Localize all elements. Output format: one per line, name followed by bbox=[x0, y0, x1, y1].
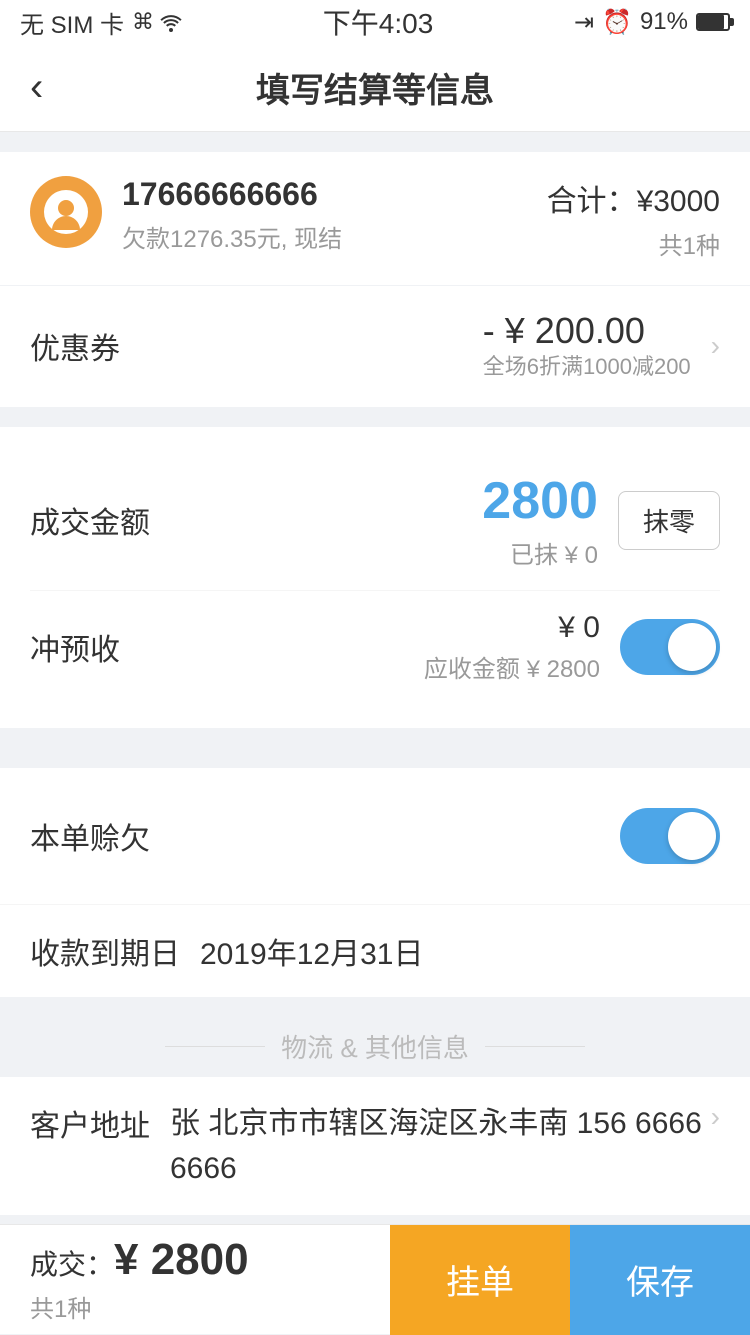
customer-details: 17666666666 欠款1276.35元, 现结 bbox=[122, 176, 342, 254]
prepay-values: ¥ 0 应收金额 ¥ 2800 bbox=[424, 611, 600, 684]
page-title: 填写结算等信息 bbox=[256, 63, 494, 112]
order-summary: 合计：¥3000 共1种 bbox=[547, 176, 720, 261]
prepay-receivable: 应收金额 ¥ 2800 bbox=[424, 649, 600, 684]
bottom-summary: 成交：¥ 2800 共1种 bbox=[0, 1235, 390, 1324]
prepay-label: 冲预收 bbox=[30, 625, 120, 669]
address-section[interactable]: 客户地址 张 北京市市辖区海淀区永丰南 156 6666 6666 › bbox=[0, 1077, 750, 1215]
prepay-right: ¥ 0 应收金额 ¥ 2800 bbox=[424, 611, 720, 684]
debt-toggle-knob bbox=[668, 812, 716, 860]
prepay-toggle[interactable] bbox=[620, 619, 720, 675]
avatar bbox=[30, 176, 102, 248]
back-button[interactable]: ‹ bbox=[30, 65, 43, 110]
logistics-divider: 物流 & 其他信息 bbox=[0, 1017, 750, 1077]
debt-row: 本单赊欠 bbox=[30, 792, 720, 880]
prepay-amount: ¥ 0 bbox=[424, 611, 600, 645]
customer-phone: 17666666666 bbox=[122, 176, 342, 213]
section-divider-1 bbox=[0, 407, 750, 427]
logistics-line-right bbox=[485, 1046, 585, 1047]
deal-amount-value: 2800 bbox=[482, 471, 598, 531]
nav-bar: ‹ 填写结算等信息 bbox=[0, 44, 750, 132]
order-total: 合计：¥3000 bbox=[547, 176, 720, 220]
battery-text: 91% bbox=[640, 8, 688, 36]
debt-section: 本单赊欠 bbox=[0, 768, 750, 904]
save-button[interactable]: 保存 bbox=[570, 1225, 750, 1335]
debt-label: 本单赊欠 bbox=[30, 814, 150, 858]
bottom-deal-label: 成交： bbox=[30, 1249, 114, 1280]
coupon-right: - ¥ 200.00 全场6折满1000减200 › bbox=[483, 310, 720, 383]
logistics-line-left bbox=[165, 1046, 265, 1047]
address-label: 客户地址 bbox=[30, 1101, 150, 1145]
deal-amount-row: 成交金额 2800 已抹 ¥ 0 抹零 bbox=[30, 451, 720, 590]
customer-debt: 欠款1276.35元, 现结 bbox=[122, 219, 342, 254]
due-date-value: 2019年12月31日 bbox=[200, 929, 423, 973]
bottom-count: 共1种 bbox=[30, 1289, 360, 1324]
customer-card: 17666666666 欠款1276.35元, 现结 合计：¥3000 共1种 bbox=[0, 152, 750, 285]
logistics-title: 物流 & 其他信息 bbox=[165, 1028, 585, 1065]
alarm-icon: ⏰ bbox=[602, 8, 632, 37]
address-chevron-icon: › bbox=[711, 1101, 720, 1133]
bottom-deal-line: 成交：¥ 2800 bbox=[30, 1235, 360, 1285]
status-left: 无 SIM 卡 ⌘ bbox=[20, 5, 182, 40]
bottom-deal-amount: ¥ 2800 bbox=[114, 1235, 249, 1284]
avatar-icon bbox=[44, 190, 88, 234]
deal-amount-sub: 已抹 ¥ 0 bbox=[482, 535, 598, 570]
amount-section: 成交金额 2800 已抹 ¥ 0 抹零 冲预收 ¥ 0 应收金额 ¥ 2800 bbox=[0, 427, 750, 728]
coupon-desc: 全场6折满1000减200 bbox=[483, 352, 691, 383]
toggle-knob bbox=[668, 623, 716, 671]
due-date-label: 收款到期日 bbox=[30, 929, 180, 973]
hang-button[interactable]: 挂单 bbox=[390, 1225, 570, 1335]
section-divider-2 bbox=[0, 728, 750, 748]
prepay-row: 冲预收 ¥ 0 应收金额 ¥ 2800 bbox=[30, 590, 720, 704]
coupon-label: 优惠券 bbox=[30, 324, 120, 368]
coupon-row[interactable]: 优惠券 - ¥ 200.00 全场6折满1000减200 › bbox=[0, 285, 750, 407]
customer-info: 17666666666 欠款1276.35元, 现结 bbox=[30, 176, 342, 254]
due-date-row: 收款到期日 2019年12月31日 bbox=[30, 929, 720, 973]
status-bar: 无 SIM 卡 ⌘ 下午4:03 ⇥ ⏰ 91% bbox=[0, 0, 750, 44]
order-count: 共1种 bbox=[547, 226, 720, 261]
total-label: 合计： bbox=[547, 185, 637, 218]
debt-toggle[interactable] bbox=[620, 808, 720, 864]
no-sim-text: 无 SIM 卡 bbox=[20, 5, 124, 40]
logistics-title-text: 物流 & 其他信息 bbox=[281, 1028, 469, 1065]
deal-amount-label: 成交金额 bbox=[30, 498, 150, 542]
deal-amount-right: 2800 已抹 ¥ 0 抹零 bbox=[482, 471, 720, 570]
bottom-bar: 成交：¥ 2800 共1种 挂单 保存 bbox=[0, 1224, 750, 1334]
location-icon: ⇥ bbox=[574, 8, 594, 37]
coupon-discount: - ¥ 200.00 bbox=[483, 310, 691, 352]
battery-icon bbox=[696, 13, 730, 31]
status-right: ⇥ ⏰ 91% bbox=[574, 8, 730, 37]
round-button[interactable]: 抹零 bbox=[618, 491, 720, 550]
wifi-icon: ⌘ bbox=[132, 9, 182, 35]
due-date-section: 收款到期日 2019年12月31日 bbox=[0, 904, 750, 997]
chevron-right-icon: › bbox=[711, 330, 720, 362]
status-time: 下午4:03 bbox=[323, 2, 434, 42]
total-amount: ¥3000 bbox=[637, 185, 720, 218]
address-value: 张 北京市市辖区海淀区永丰南 156 6666 6666 bbox=[170, 1101, 703, 1191]
